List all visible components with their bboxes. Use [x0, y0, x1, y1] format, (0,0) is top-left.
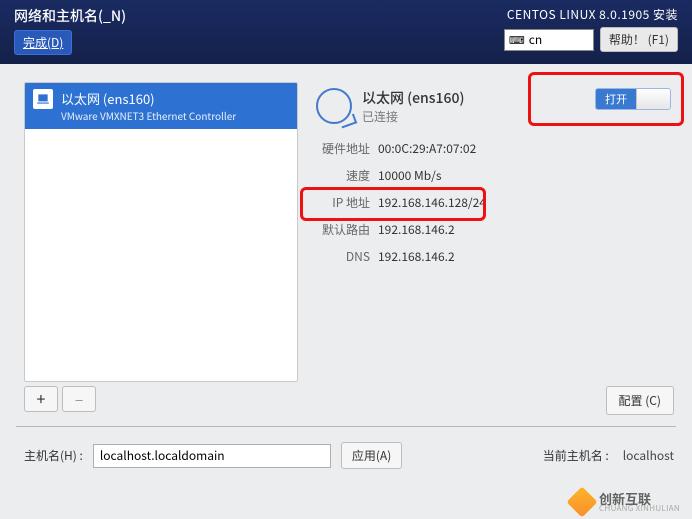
- nic-list-item[interactable]: 以太网 (ens160) VMware VMXNET3 Ethernet Con…: [25, 83, 297, 129]
- prop-speed-value: 10000 Mb/s: [378, 167, 441, 184]
- prop-speed-label: 速度: [316, 167, 370, 184]
- hostname-label: 主机名(H) :: [24, 447, 83, 464]
- nic-list-panel: 以太网 (ens160) VMware VMXNET3 Ethernet Con…: [24, 82, 298, 382]
- keyboard-layout-selector[interactable]: ⌨ cn: [504, 29, 594, 51]
- nic-item-name: 以太网 (ens160): [61, 89, 289, 108]
- ethernet-icon: [33, 89, 53, 109]
- watermark-logo-icon: [566, 486, 597, 517]
- add-nic-button[interactable]: +: [24, 386, 58, 412]
- detail-title: 以太网 (ens160): [362, 88, 464, 108]
- toggle-knob: [636, 89, 670, 109]
- keyboard-icon: ⌨: [509, 32, 525, 48]
- hostname-right: 当前主机名 : localhost: [543, 447, 674, 464]
- main-area: 以太网 (ens160) VMware VMXNET3 Ethernet Con…: [0, 64, 692, 485]
- ethernet-large-icon: [316, 88, 352, 124]
- hostname-input[interactable]: [93, 444, 331, 468]
- prop-gateway-value: 192.168.146.2: [378, 221, 455, 238]
- prop-dns-value: 192.168.146.2: [378, 248, 455, 265]
- prop-hwaddr: 硬件地址 00:0C:29:A7:07:02: [316, 135, 666, 162]
- keyboard-layout-code: cn: [529, 31, 542, 48]
- watermark: 创新互联 CHUANG XINHULIAN: [571, 491, 680, 513]
- apply-button[interactable]: 应用(A): [341, 442, 402, 469]
- prop-speed: 速度 10000 Mb/s: [316, 162, 666, 189]
- topbar-left: 网络和主机名(_N) 完成(D): [14, 6, 126, 64]
- page-title: 网络和主机名(_N): [14, 6, 126, 26]
- topbar-right: CENTOS LINUX 8.0.1905 安装 ⌨ cn 帮助！ (F1): [504, 6, 678, 64]
- prop-gateway-label: 默认路由: [316, 221, 370, 238]
- prop-gateway: 默认路由 192.168.146.2: [316, 216, 666, 243]
- hostname-left: 主机名(H) : 应用(A): [24, 442, 402, 469]
- prop-hwaddr-label: 硬件地址: [316, 140, 370, 157]
- watermark-text: 创新互联 CHUANG XINHULIAN: [599, 492, 680, 513]
- prop-dns-label: DNS: [316, 248, 370, 265]
- nic-item-subtitle: VMware VMXNET3 Ethernet Controller: [61, 108, 289, 123]
- detail-status: 已连接: [362, 108, 464, 125]
- hostname-row: 主机名(H) : 应用(A) 当前主机名 : localhost: [24, 442, 674, 469]
- prop-dns: DNS 192.168.146.2: [316, 243, 666, 270]
- detail-properties: 硬件地址 00:0C:29:A7:07:02 速度 10000 Mb/s IP …: [316, 135, 666, 270]
- configure-button[interactable]: 配置 (C): [606, 386, 674, 415]
- prop-hwaddr-value: 00:0C:29:A7:07:02: [378, 140, 476, 157]
- list-add-remove: + –: [24, 386, 100, 412]
- help-button[interactable]: 帮助！ (F1): [600, 27, 678, 52]
- done-button[interactable]: 完成(D): [14, 30, 72, 55]
- separator: [16, 426, 676, 427]
- topbar-controls: ⌨ cn 帮助！ (F1): [504, 27, 678, 52]
- connection-toggle[interactable]: 打开: [595, 88, 671, 110]
- remove-nic-button[interactable]: –: [62, 386, 96, 412]
- prop-ip: IP 地址 192.168.146.128/24: [316, 189, 666, 216]
- prop-ip-label: IP 地址: [316, 194, 370, 211]
- current-hostname-value: localhost: [623, 447, 674, 464]
- top-bar: 网络和主机名(_N) 完成(D) CENTOS LINUX 8.0.1905 安…: [0, 0, 692, 64]
- watermark-en: CHUANG XINHULIAN: [599, 505, 680, 513]
- product-label: CENTOS LINUX 8.0.1905 安装: [507, 6, 678, 23]
- current-hostname-label: 当前主机名 :: [543, 447, 609, 464]
- detail-title-block: 以太网 (ens160) 已连接: [362, 88, 464, 125]
- prop-ip-value: 192.168.146.128/24: [378, 194, 486, 211]
- toggle-on-label: 打开: [596, 89, 636, 109]
- connection-toggle-area: 打开: [528, 72, 684, 126]
